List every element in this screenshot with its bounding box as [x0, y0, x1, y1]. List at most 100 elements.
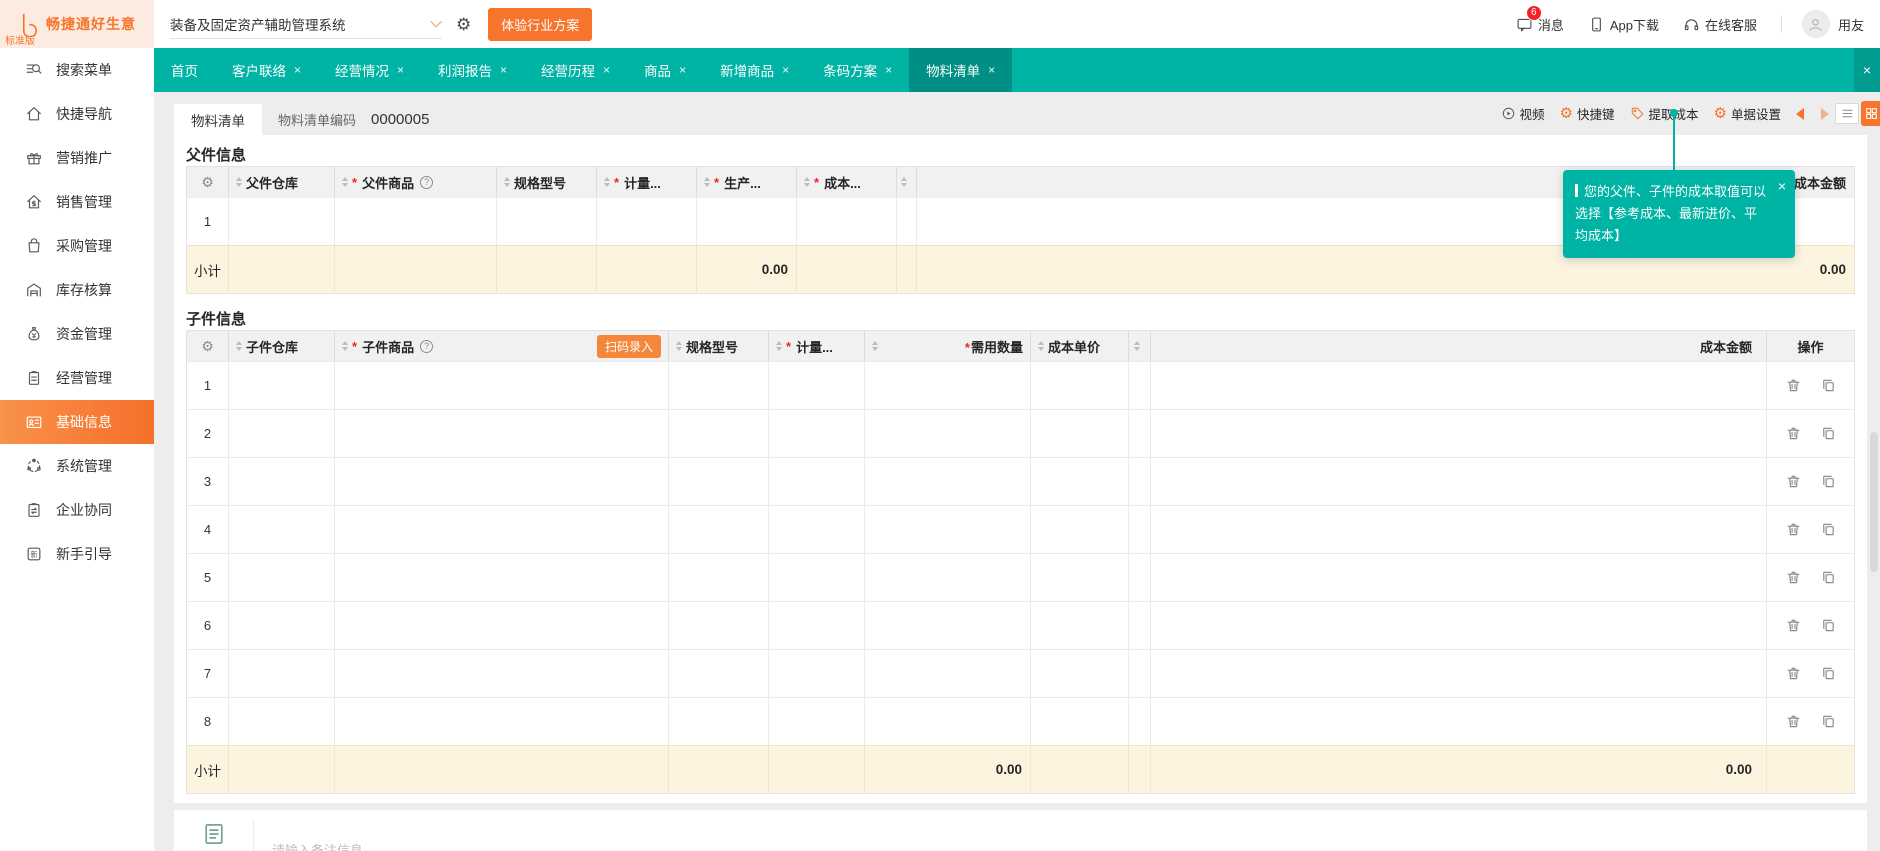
copy-row-icon[interactable]	[1821, 474, 1836, 489]
child-col-extra-sort[interactable]	[1129, 331, 1151, 361]
cell-price[interactable]	[1031, 458, 1129, 505]
tooltip-close-icon[interactable]: ×	[1778, 179, 1786, 193]
cell-qty[interactable]	[865, 698, 1031, 745]
sidebar-item-sales[interactable]: 销售管理	[0, 180, 154, 224]
sort-icon[interactable]	[342, 177, 348, 187]
messages-button[interactable]: 消息 6	[1516, 4, 1564, 34]
cell-warehouse[interactable]	[229, 198, 335, 245]
parent-col-product[interactable]: * 父件商品?	[335, 167, 497, 197]
sort-icon[interactable]	[236, 341, 242, 351]
cell-qty[interactable]	[865, 362, 1031, 409]
cell-unit[interactable]	[769, 458, 865, 505]
sort-icon[interactable]	[236, 177, 242, 187]
cell-price[interactable]	[1031, 650, 1129, 697]
cell-warehouse[interactable]	[229, 410, 335, 457]
cell-qty[interactable]	[865, 458, 1031, 505]
cell-price[interactable]	[1031, 362, 1129, 409]
cell-qty[interactable]	[865, 602, 1031, 649]
cell-spec[interactable]	[669, 410, 769, 457]
child-col-product[interactable]: * 子件商品? 扫码录入	[335, 331, 669, 361]
parent-col-qty[interactable]: * 生产...	[697, 167, 797, 197]
delete-row-icon[interactable]	[1786, 474, 1801, 489]
sidebar-item-basic-info[interactable]: 基础信息	[0, 400, 154, 444]
tab-business-status[interactable]: 经营情况 ×	[318, 48, 421, 92]
sort-icon[interactable]	[504, 177, 510, 187]
cell-unit[interactable]	[769, 506, 865, 553]
cell-unit[interactable]	[769, 650, 865, 697]
cell-spec[interactable]	[669, 698, 769, 745]
delete-row-icon[interactable]	[1786, 618, 1801, 633]
tab-profit-report[interactable]: 利润报告 ×	[421, 48, 524, 92]
close-tab-icon[interactable]: ×	[397, 63, 404, 77]
sort-icon[interactable]	[704, 177, 710, 187]
cell-qty[interactable]	[865, 650, 1031, 697]
cell-extra[interactable]	[1129, 602, 1151, 649]
sort-icon[interactable]	[872, 341, 878, 351]
column-settings-button[interactable]: ⚙	[187, 167, 229, 197]
sidebar-item-funds[interactable]: 资金管理	[0, 312, 154, 356]
corner-panel-button[interactable]	[1861, 101, 1880, 126]
sort-icon[interactable]	[1038, 341, 1044, 351]
cell-product[interactable]	[335, 506, 669, 553]
cell-spec[interactable]	[669, 554, 769, 601]
cell-warehouse[interactable]	[229, 362, 335, 409]
delete-row-icon[interactable]	[1786, 522, 1801, 537]
sidebar-item-system[interactable]: 系统管理	[0, 444, 154, 488]
vertical-scrollbar-thumb[interactable]	[1870, 432, 1878, 572]
online-service-button[interactable]: 在线客服	[1683, 15, 1757, 34]
extract-cost-button[interactable]: 提取成本	[1630, 104, 1699, 123]
app-download-button[interactable]: App下载	[1588, 15, 1659, 34]
sort-icon[interactable]	[676, 341, 682, 351]
scan-entry-button[interactable]: 扫码录入	[596, 334, 661, 358]
copy-row-icon[interactable]	[1821, 666, 1836, 681]
close-tab-icon[interactable]: ×	[294, 63, 301, 77]
tab-business-history[interactable]: 经营历程 ×	[524, 48, 627, 92]
cell-price[interactable]	[1031, 506, 1129, 553]
close-tab-icon[interactable]: ×	[782, 63, 789, 77]
sidebar-item-operations[interactable]: 经营管理	[0, 356, 154, 400]
delete-row-icon[interactable]	[1786, 714, 1801, 729]
tab-products[interactable]: 商品 ×	[627, 48, 703, 92]
delete-row-icon[interactable]	[1786, 666, 1801, 681]
sidebar-item-purchase[interactable]: 采购管理	[0, 224, 154, 268]
cell-product[interactable]	[335, 410, 669, 457]
sidebar-item-inventory[interactable]: 库存核算	[0, 268, 154, 312]
sort-icon[interactable]	[804, 177, 810, 187]
sort-icon[interactable]	[901, 177, 907, 187]
username[interactable]: 用友	[1838, 15, 1864, 34]
cell-spec[interactable]	[497, 198, 597, 245]
parent-col-unit[interactable]: * 计量...	[597, 167, 697, 197]
cell-product[interactable]	[335, 698, 669, 745]
remark-input[interactable]: 请输入备注信息	[254, 810, 363, 851]
delete-row-icon[interactable]	[1786, 426, 1801, 441]
child-col-qty[interactable]: *需用数量	[865, 331, 1031, 361]
cell-qty[interactable]	[865, 506, 1031, 553]
cell-extra[interactable]	[1129, 554, 1151, 601]
cell-warehouse[interactable]	[229, 698, 335, 745]
cell-unit[interactable]	[769, 410, 865, 457]
cell-warehouse[interactable]	[229, 602, 335, 649]
cell-spec[interactable]	[669, 650, 769, 697]
copy-row-icon[interactable]	[1821, 426, 1836, 441]
cell-extra[interactable]	[1129, 458, 1151, 505]
close-tab-icon[interactable]: ×	[603, 63, 610, 77]
sort-icon[interactable]	[1134, 341, 1140, 351]
sort-icon[interactable]	[776, 341, 782, 351]
parent-col-extra-sort[interactable]	[897, 167, 917, 197]
sidebar-item-collaboration[interactable]: 企业协同	[0, 488, 154, 532]
trial-solution-button[interactable]: 体验行业方案	[488, 7, 593, 41]
tab-home[interactable]: 首页	[154, 48, 215, 92]
cell-product[interactable]	[335, 458, 669, 505]
sidebar-item-search-menu[interactable]: 搜索菜单	[0, 48, 154, 92]
cell-cost[interactable]	[797, 198, 897, 245]
cell-product[interactable]	[335, 650, 669, 697]
sidebar-item-marketing[interactable]: 营销推广	[0, 136, 154, 180]
cell-product[interactable]	[335, 362, 669, 409]
sort-icon[interactable]	[604, 177, 610, 187]
cell-price[interactable]	[1031, 698, 1129, 745]
copy-row-icon[interactable]	[1821, 570, 1836, 585]
sidebar-item-quick-nav[interactable]: 快捷导航	[0, 92, 154, 136]
cell-extra[interactable]	[1129, 410, 1151, 457]
cell-extra[interactable]	[1129, 362, 1151, 409]
cell-qty[interactable]	[697, 198, 797, 245]
